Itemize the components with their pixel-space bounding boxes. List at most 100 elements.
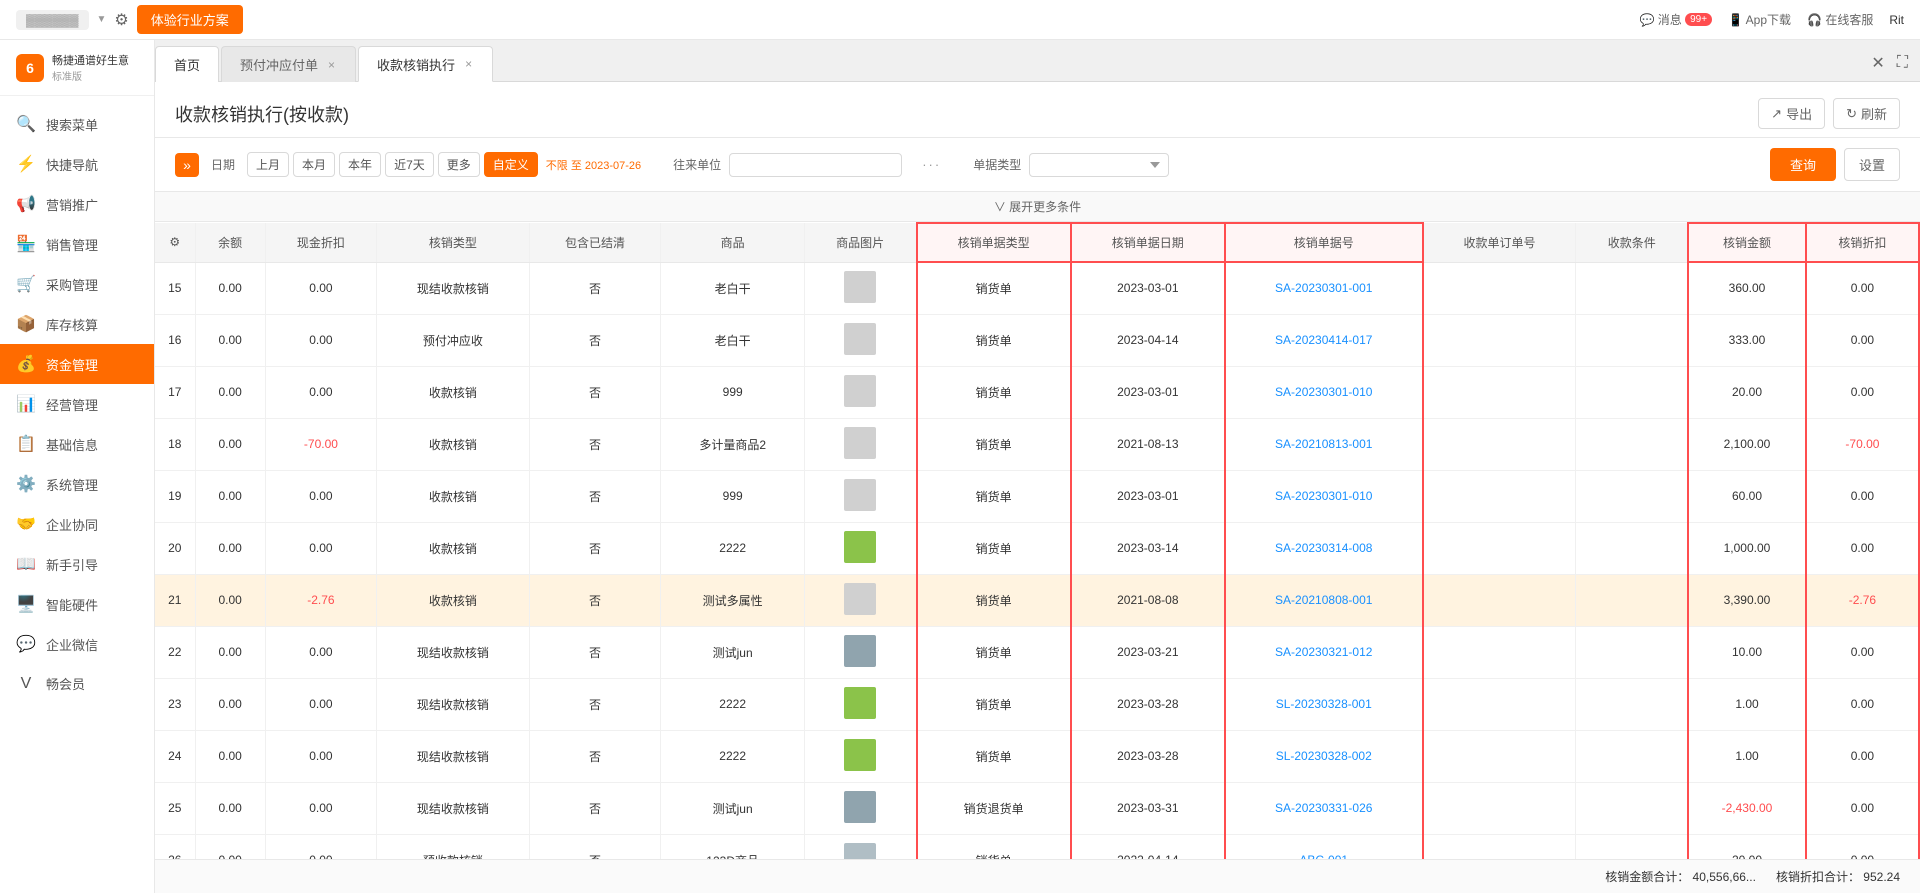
tab-receipt-close[interactable]: ×: [463, 55, 474, 73]
footer-total-discount: 核销折扣合计： 952.24: [1776, 868, 1900, 885]
filter-partner-input[interactable]: [729, 153, 902, 177]
td-goods-image: [804, 262, 916, 314]
td-write-off-bill-type: 销货单: [917, 314, 1071, 366]
filter-date-this-month[interactable]: 本月: [293, 152, 335, 177]
td-write-off-date: 2023-03-28: [1071, 730, 1225, 782]
filter-date-range-text: 不限 至 2023-07-26: [546, 157, 641, 173]
tab-close-all-icon[interactable]: ✕: [1867, 51, 1888, 75]
write-off-no-link[interactable]: SL-20230328-001: [1276, 697, 1372, 711]
write-off-no-link[interactable]: SA-20230301-001: [1275, 281, 1372, 295]
tab-maximize-icon[interactable]: ⛶: [1893, 52, 1912, 74]
td-write-off-no[interactable]: SA-20230414-017: [1225, 314, 1423, 366]
td-write-off-no[interactable]: ABC-001: [1225, 834, 1423, 859]
write-off-no-link[interactable]: SA-20230301-010: [1275, 385, 1372, 399]
write-off-no-link[interactable]: SA-20230314-008: [1275, 541, 1372, 555]
td-write-off-discount: 0.00: [1806, 314, 1919, 366]
sidebar-item-label-search: 搜索菜单: [46, 115, 98, 134]
td-include-settled: 否: [529, 522, 661, 574]
filter-date-custom[interactable]: 自定义: [484, 152, 538, 177]
td-write-off-discount: 0.00: [1806, 626, 1919, 678]
sidebar-item-wechat[interactable]: 💬企业微信: [0, 624, 154, 664]
tab-prepay[interactable]: 预付冲应付单 ×: [221, 46, 356, 82]
tab-prepay-close[interactable]: ×: [326, 56, 337, 74]
tab-home[interactable]: 首页: [155, 46, 219, 82]
sidebar-item-search[interactable]: 🔍搜索菜单: [0, 104, 154, 144]
td-write-off-amount: 1,000.00: [1688, 522, 1806, 574]
td-receipt-order-no: [1423, 522, 1576, 574]
td-cash-discount: 0.00: [265, 730, 376, 782]
table-row: 15 0.00 0.00 现结收款核销 否 老白干 销货单 2023-03-01…: [155, 262, 1919, 314]
sidebar-item-label-wechat: 企业微信: [46, 635, 98, 654]
message-btn[interactable]: 💬 消息 99+: [1639, 11, 1712, 28]
export-btn[interactable]: ↗ 导出: [1758, 98, 1825, 129]
sidebar-item-marketing[interactable]: 📢营销推广: [0, 184, 154, 224]
sidebar-item-business[interactable]: 📊经营管理: [0, 384, 154, 424]
filter-date-this-year[interactable]: 本年: [339, 152, 381, 177]
sidebar-item-guide[interactable]: 📖新手引导: [0, 544, 154, 584]
sidebar-item-inventory[interactable]: 📦库存核算: [0, 304, 154, 344]
td-write-off-amount: 20.00: [1688, 834, 1806, 859]
sidebar-item-shortcut[interactable]: ⚡快捷导航: [0, 144, 154, 184]
td-write-off-date: 2023-04-14: [1071, 314, 1225, 366]
sidebar-item-enterprise[interactable]: 🤝企业协同: [0, 504, 154, 544]
sidebar-item-finance[interactable]: 💰资金管理: [0, 344, 154, 384]
sidebar-item-vip[interactable]: V畅会员: [0, 664, 154, 703]
td-write-off-type: 收款核销: [377, 470, 529, 522]
user-name[interactable]: Rit: [1889, 13, 1904, 27]
write-off-no-link[interactable]: SA-20210808-001: [1275, 593, 1372, 607]
tab-receipt[interactable]: 收款核销执行 ×: [358, 46, 493, 82]
industry-solution-btn[interactable]: 体验行业方案: [137, 5, 243, 34]
filter-voucher-type-select[interactable]: [1029, 153, 1169, 177]
expand-more-bar[interactable]: ∨ 展开更多条件: [155, 192, 1920, 222]
company-selector[interactable]: ▓▓▓▓▓▓: [16, 10, 89, 30]
th-settings[interactable]: ⚙: [155, 223, 195, 262]
sidebar-item-basic[interactable]: 📋基础信息: [0, 424, 154, 464]
filter-date-more[interactable]: 更多: [438, 152, 480, 177]
sidebar-item-system[interactable]: ⚙️系统管理: [0, 464, 154, 504]
filter-expand-btn[interactable]: »: [175, 153, 199, 177]
write-off-no-link[interactable]: SL-20230328-002: [1276, 749, 1372, 763]
footer-total-amount-value: 40,556,66...: [1693, 870, 1756, 884]
sidebar-item-icon-purchase: 🛒: [16, 274, 36, 294]
td-seq: 21: [155, 574, 195, 626]
query-btn[interactable]: 查询: [1770, 148, 1836, 181]
td-write-off-no[interactable]: SL-20230328-001: [1225, 678, 1423, 730]
refresh-btn[interactable]: ↻ 刷新: [1833, 98, 1900, 129]
td-write-off-no[interactable]: SA-20230301-010: [1225, 366, 1423, 418]
td-write-off-no[interactable]: SL-20230328-002: [1225, 730, 1423, 782]
td-receipt-condition: [1576, 262, 1688, 314]
filter-date-7days[interactable]: 近7天: [385, 152, 434, 177]
td-write-off-no[interactable]: SA-20230321-012: [1225, 626, 1423, 678]
logo-name: 畅捷通谱好生意: [52, 52, 129, 68]
sidebar-item-sales[interactable]: 🏪销售管理: [0, 224, 154, 264]
app-download-btn[interactable]: 📱 App下载: [1728, 11, 1791, 28]
write-off-no-link[interactable]: SA-20210813-001: [1275, 437, 1372, 451]
td-write-off-date: 2023-03-21: [1071, 626, 1225, 678]
td-write-off-no[interactable]: SA-20230314-008: [1225, 522, 1423, 574]
th-write-off-date: 核销单据日期: [1071, 223, 1225, 262]
td-write-off-bill-type: 销货单: [917, 626, 1071, 678]
td-write-off-no[interactable]: SA-20210813-001: [1225, 418, 1423, 470]
write-off-no-link[interactable]: SA-20230301-010: [1275, 489, 1372, 503]
write-off-no-link[interactable]: SA-20230321-012: [1275, 645, 1372, 659]
sidebar-item-purchase[interactable]: 🛒采购管理: [0, 264, 154, 304]
td-write-off-date: 2021-08-08: [1071, 574, 1225, 626]
td-goods: 老白干: [661, 314, 804, 366]
td-write-off-no[interactable]: SA-20230301-010: [1225, 470, 1423, 522]
write-off-no-link[interactable]: SA-20230331-026: [1275, 801, 1372, 815]
settings-btn[interactable]: 设置: [1844, 148, 1900, 181]
company-dropdown-icon[interactable]: ▼: [97, 14, 107, 25]
td-seq: 17: [155, 366, 195, 418]
td-write-off-no[interactable]: SA-20230331-026: [1225, 782, 1423, 834]
td-receipt-order-no: [1423, 262, 1576, 314]
table-body: 15 0.00 0.00 现结收款核销 否 老白干 销货单 2023-03-01…: [155, 262, 1919, 859]
td-write-off-bill-type: 销货单: [917, 470, 1071, 522]
settings-icon[interactable]: ⚙: [114, 10, 128, 30]
td-write-off-no[interactable]: SA-20210808-001: [1225, 574, 1423, 626]
td-write-off-no[interactable]: SA-20230301-001: [1225, 262, 1423, 314]
refresh-label: 刷新: [1861, 104, 1887, 123]
filter-date-last-month[interactable]: 上月: [247, 152, 289, 177]
write-off-no-link[interactable]: SA-20230414-017: [1275, 333, 1372, 347]
online-service-btn[interactable]: 🎧 在线客服: [1807, 11, 1873, 28]
sidebar-item-hardware[interactable]: 🖥️智能硬件: [0, 584, 154, 624]
